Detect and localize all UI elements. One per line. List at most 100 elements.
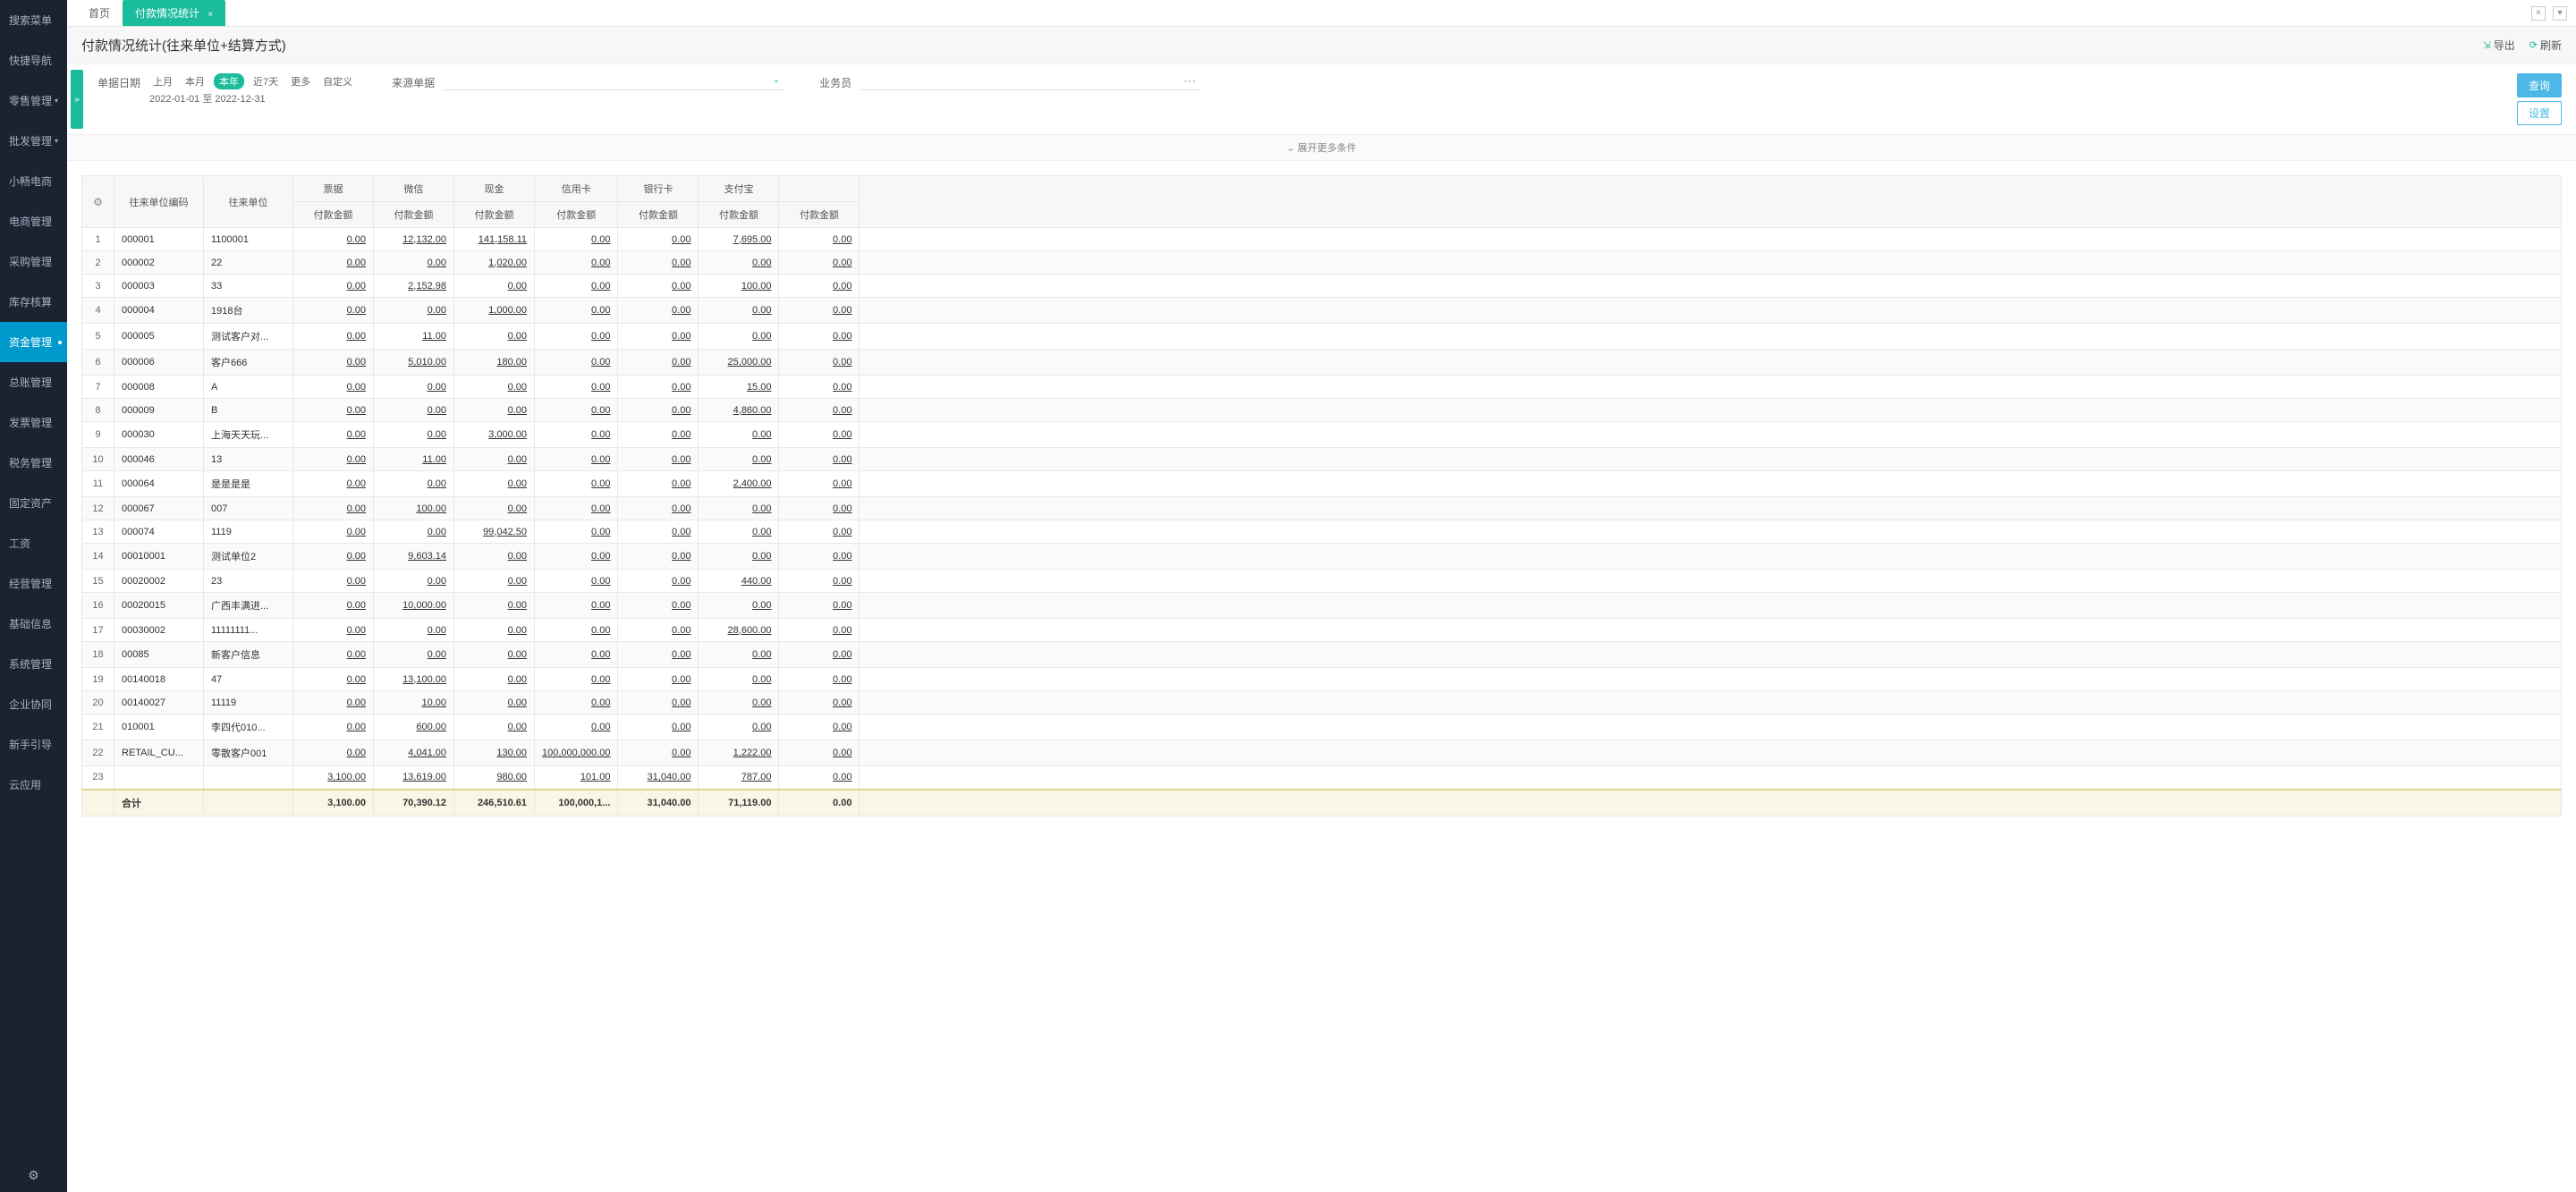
sidebar-item-11[interactable]: 税务管理 xyxy=(0,443,67,483)
cell-amount-1[interactable]: 9,603.14 xyxy=(374,544,454,570)
cell-amount-3[interactable]: 0.00 xyxy=(535,228,618,251)
cell-amount-4[interactable]: 0.00 xyxy=(618,448,699,471)
cell-amount-0[interactable]: 0.00 xyxy=(293,324,374,350)
export-button[interactable]: ⇲ 导出 xyxy=(2483,38,2515,53)
cell-name[interactable]: 33 xyxy=(204,275,293,298)
cell-amount-4[interactable]: 0.00 xyxy=(618,642,699,668)
col-group-6[interactable] xyxy=(779,176,860,202)
sidebar-item-4[interactable]: 小畅电商 xyxy=(0,161,67,201)
cell-amount-0[interactable]: 0.00 xyxy=(293,642,374,668)
cell-amount-4[interactable]: 0.00 xyxy=(618,619,699,642)
cell-amount-6[interactable]: 0.00 xyxy=(779,399,860,422)
cell-amount-3[interactable]: 0.00 xyxy=(535,350,618,376)
cell-amount-5[interactable]: 0.00 xyxy=(699,298,779,324)
cell-amount-5[interactable]: 0.00 xyxy=(699,448,779,471)
cell-amount-6[interactable]: 0.00 xyxy=(779,570,860,593)
cell-amount-1[interactable]: 13,100.00 xyxy=(374,668,454,691)
cell-amount-2[interactable]: 1,000.00 xyxy=(454,298,535,324)
cell-amount-5[interactable]: 4,860.00 xyxy=(699,399,779,422)
cell-amount-2[interactable]: 0.00 xyxy=(454,668,535,691)
cell-amount-2[interactable]: 0.00 xyxy=(454,376,535,399)
collapse-filter-button[interactable]: » xyxy=(71,70,83,129)
cell-amount-0[interactable]: 0.00 xyxy=(293,399,374,422)
tab-home[interactable]: 首页 xyxy=(76,0,123,26)
cell-code[interactable]: 000030 xyxy=(114,422,204,448)
cell-amount-1[interactable]: 0.00 xyxy=(374,642,454,668)
cell-amount-1[interactable]: 100.00 xyxy=(374,497,454,520)
cell-amount-5[interactable]: 0.00 xyxy=(699,691,779,714)
cell-amount-4[interactable]: 0.00 xyxy=(618,497,699,520)
cell-name[interactable] xyxy=(204,766,293,790)
cell-amount-3[interactable]: 0.00 xyxy=(535,324,618,350)
cell-amount-0[interactable]: 0.00 xyxy=(293,298,374,324)
cell-amount-4[interactable]: 31,040.00 xyxy=(618,766,699,790)
cell-amount-3[interactable]: 0.00 xyxy=(535,251,618,275)
date-option-2[interactable]: 本年 xyxy=(214,73,244,89)
source-input[interactable] xyxy=(444,73,784,90)
cell-amount-1[interactable]: 0.00 xyxy=(374,298,454,324)
cell-amount-4[interactable]: 0.00 xyxy=(618,275,699,298)
sidebar-item-8[interactable]: 资金管理 xyxy=(0,322,67,362)
cell-amount-3[interactable]: 0.00 xyxy=(535,376,618,399)
cell-amount-0[interactable]: 0.00 xyxy=(293,350,374,376)
cell-amount-6[interactable]: 0.00 xyxy=(779,544,860,570)
cell-amount-2[interactable]: 130.00 xyxy=(454,740,535,766)
sidebar-item-6[interactable]: 采购管理 xyxy=(0,241,67,282)
cell-amount-3[interactable]: 0.00 xyxy=(535,422,618,448)
cell-code[interactable]: 000009 xyxy=(114,399,204,422)
cell-amount-3[interactable]: 0.00 xyxy=(535,520,618,544)
cell-amount-0[interactable]: 0.00 xyxy=(293,376,374,399)
cell-amount-6[interactable]: 0.00 xyxy=(779,740,860,766)
cell-name[interactable]: 1918台 xyxy=(204,298,293,324)
cell-code[interactable]: 000002 xyxy=(114,251,204,275)
cell-code[interactable]: 00085 xyxy=(114,642,204,668)
cell-name[interactable]: 李四代010... xyxy=(204,714,293,740)
cell-amount-3[interactable]: 0.00 xyxy=(535,691,618,714)
col-sub-2[interactable]: 付款金额 xyxy=(454,202,535,228)
cell-amount-2[interactable]: 980.00 xyxy=(454,766,535,790)
cell-amount-6[interactable]: 0.00 xyxy=(779,422,860,448)
sidebar-item-12[interactable]: 固定资产 xyxy=(0,483,67,523)
cell-amount-6[interactable]: 0.00 xyxy=(779,228,860,251)
cell-code[interactable]: 00140027 xyxy=(114,691,204,714)
sidebar-item-0[interactable]: 搜索菜单 xyxy=(0,0,67,40)
cell-amount-5[interactable]: 25,000.00 xyxy=(699,350,779,376)
cell-amount-4[interactable]: 0.00 xyxy=(618,228,699,251)
cell-amount-1[interactable]: 5,010.00 xyxy=(374,350,454,376)
cell-amount-6[interactable]: 0.00 xyxy=(779,593,860,619)
cell-code[interactable]: 000001 xyxy=(114,228,204,251)
cell-name[interactable]: 客户666 xyxy=(204,350,293,376)
cell-amount-3[interactable]: 101.00 xyxy=(535,766,618,790)
col-sub-1[interactable]: 付款金额 xyxy=(374,202,454,228)
cell-amount-1[interactable]: 10,000.00 xyxy=(374,593,454,619)
cell-amount-0[interactable]: 0.00 xyxy=(293,714,374,740)
gear-icon[interactable]: ⚙ xyxy=(28,1168,39,1182)
cell-amount-4[interactable]: 0.00 xyxy=(618,740,699,766)
sidebar-item-18[interactable]: 新手引导 xyxy=(0,724,67,765)
col-group-3[interactable]: 信用卡 xyxy=(535,176,618,202)
cell-amount-6[interactable]: 0.00 xyxy=(779,520,860,544)
sidebar-item-16[interactable]: 系统管理 xyxy=(0,644,67,684)
cell-amount-1[interactable]: 11.00 xyxy=(374,448,454,471)
cell-name[interactable]: 11119 xyxy=(204,691,293,714)
cell-amount-0[interactable]: 3,100.00 xyxy=(293,766,374,790)
sidebar-item-10[interactable]: 发票管理 xyxy=(0,402,67,443)
col-group-1[interactable]: 微信 xyxy=(374,176,454,202)
cell-name[interactable]: 测试单位2 xyxy=(204,544,293,570)
col-sub-3[interactable]: 付款金额 xyxy=(535,202,618,228)
cell-amount-4[interactable]: 0.00 xyxy=(618,324,699,350)
cell-amount-0[interactable]: 0.00 xyxy=(293,251,374,275)
cell-amount-6[interactable]: 0.00 xyxy=(779,691,860,714)
cell-amount-4[interactable]: 0.00 xyxy=(618,298,699,324)
cell-amount-5[interactable]: 7,695.00 xyxy=(699,228,779,251)
cell-code[interactable] xyxy=(114,766,204,790)
cell-code[interactable]: 00140018 xyxy=(114,668,204,691)
sidebar-item-15[interactable]: 基础信息 xyxy=(0,604,67,644)
cell-amount-3[interactable]: 0.00 xyxy=(535,714,618,740)
cell-amount-0[interactable]: 0.00 xyxy=(293,544,374,570)
cell-amount-2[interactable]: 0.00 xyxy=(454,471,535,497)
cell-amount-2[interactable]: 180.00 xyxy=(454,350,535,376)
cell-amount-6[interactable]: 0.00 xyxy=(779,251,860,275)
cell-amount-0[interactable]: 0.00 xyxy=(293,691,374,714)
query-button[interactable]: 查询 xyxy=(2517,73,2562,97)
